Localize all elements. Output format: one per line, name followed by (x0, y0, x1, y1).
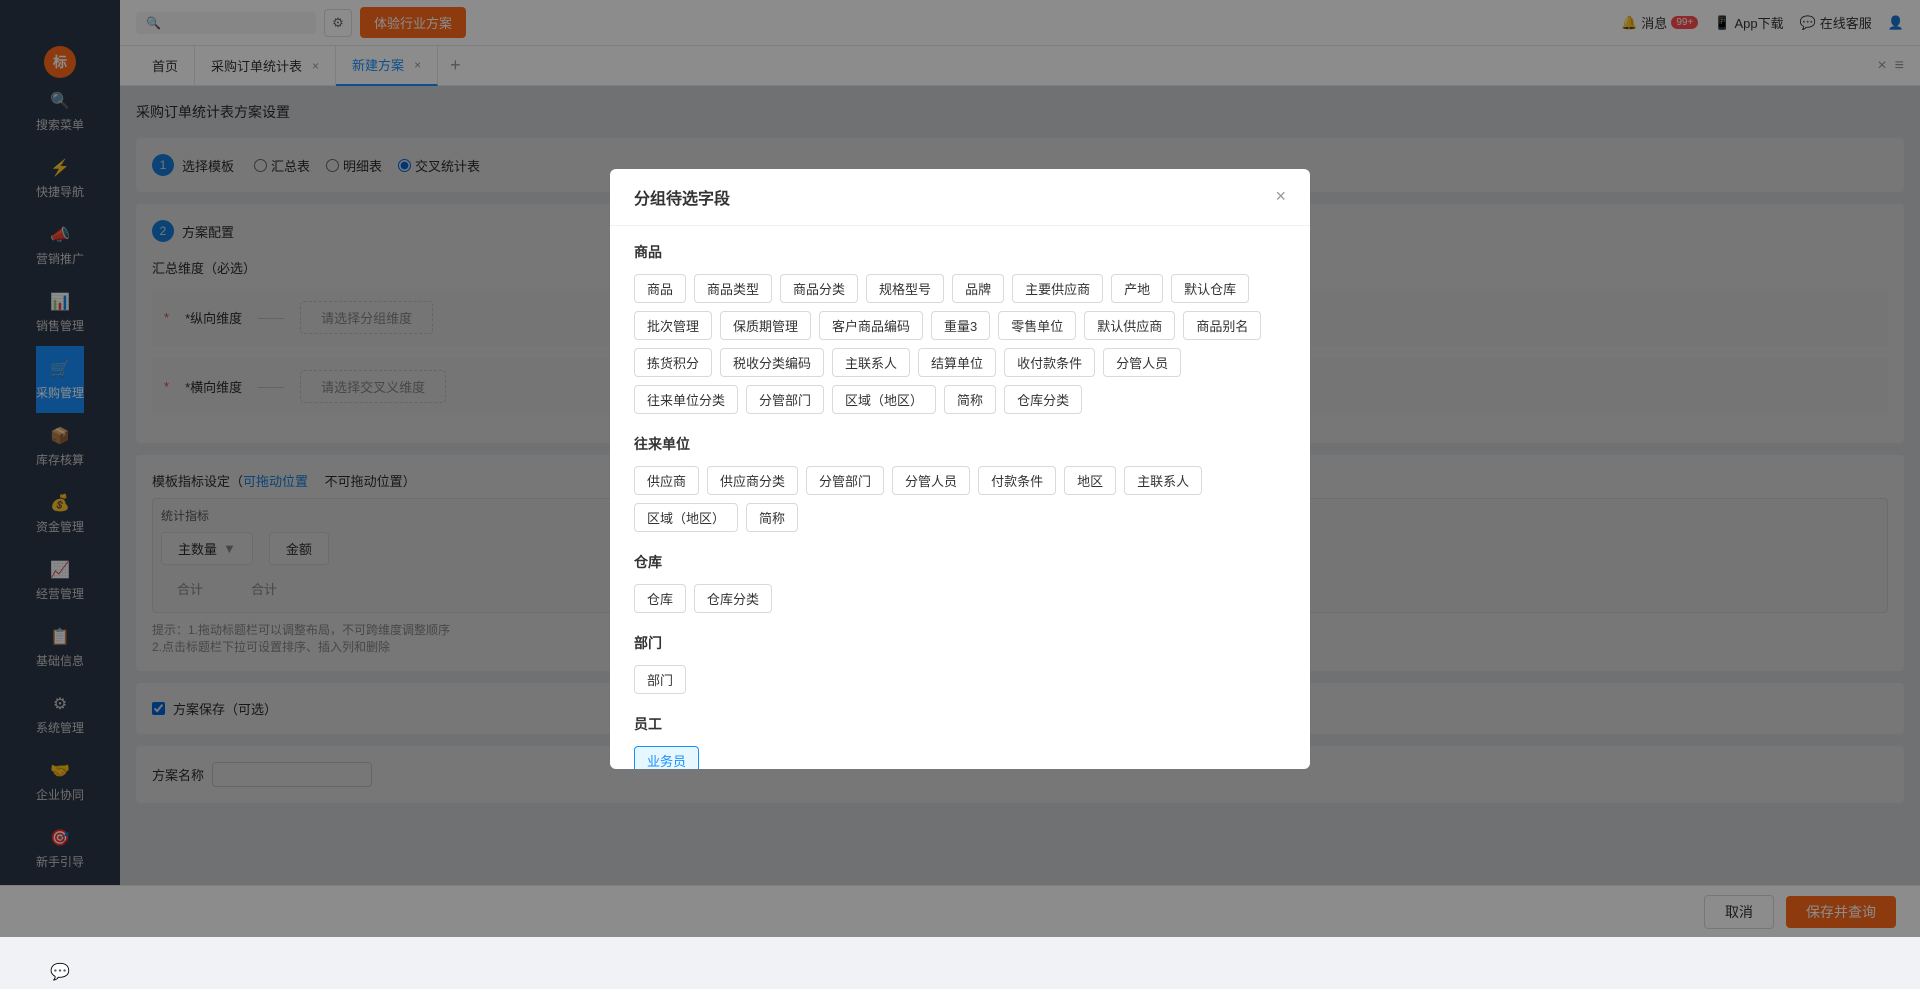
field-tag-product-20[interactable]: 分管人员 (1103, 348, 1181, 377)
field-selection-modal: 分组待选字段 × 商品商品商品类型商品分类规格型号品牌主要供应商产地默认仓库批次… (610, 169, 1310, 769)
field-tags-department: 部门 (634, 665, 1286, 694)
field-tag-product-17[interactable]: 主联系人 (832, 348, 910, 377)
field-tag-product-13[interactable]: 默认供应商 (1084, 311, 1175, 340)
field-tag-partner-5[interactable]: 地区 (1064, 466, 1116, 495)
field-tag-warehouse-1[interactable]: 仓库分类 (694, 584, 772, 613)
field-tag-partner-8[interactable]: 简称 (746, 503, 798, 532)
field-tag-partner-4[interactable]: 付款条件 (978, 466, 1056, 495)
field-tags-employee: 业务员 (634, 746, 1286, 769)
field-tag-product-7[interactable]: 默认仓库 (1171, 274, 1249, 303)
section-title-warehouse: 仓库 (634, 552, 1286, 572)
section-title-employee: 员工 (634, 714, 1286, 734)
field-tags-warehouse: 仓库仓库分类 (634, 584, 1286, 613)
field-tag-product-24[interactable]: 简称 (944, 385, 996, 414)
field-tag-product-11[interactable]: 重量3 (931, 311, 990, 340)
field-tag-partner-1[interactable]: 供应商分类 (707, 466, 798, 495)
field-tag-product-22[interactable]: 分管部门 (746, 385, 824, 414)
modal-title: 分组待选字段 (634, 185, 730, 209)
field-tag-product-6[interactable]: 产地 (1111, 274, 1163, 303)
field-tag-product-18[interactable]: 结算单位 (918, 348, 996, 377)
section-employee: 员工业务员 (634, 714, 1286, 769)
section-partner: 往来单位供应商供应商分类分管部门分管人员付款条件地区主联系人区域（地区） 简称 (634, 434, 1286, 532)
modal-header: 分组待选字段 × (610, 169, 1310, 226)
field-tag-product-23[interactable]: 区域（地区） (832, 385, 936, 414)
field-tag-partner-6[interactable]: 主联系人 (1124, 466, 1202, 495)
section-warehouse: 仓库仓库仓库分类 (634, 552, 1286, 613)
section-title-product: 商品 (634, 242, 1286, 262)
field-tag-product-15[interactable]: 拣货积分 (634, 348, 712, 377)
modal-body: 商品商品商品类型商品分类规格型号品牌主要供应商产地默认仓库批次管理保质期管理客户… (610, 226, 1310, 769)
modal-close-button[interactable]: × (1275, 186, 1286, 207)
section-product: 商品商品商品类型商品分类规格型号品牌主要供应商产地默认仓库批次管理保质期管理客户… (634, 242, 1286, 414)
field-tag-product-3[interactable]: 规格型号 (866, 274, 944, 303)
field-tag-product-25[interactable]: 仓库分类 (1004, 385, 1082, 414)
field-tag-warehouse-0[interactable]: 仓库 (634, 584, 686, 613)
field-tag-employee-0[interactable]: 业务员 (634, 746, 699, 769)
field-tag-product-9[interactable]: 保质期管理 (720, 311, 811, 340)
field-tag-product-4[interactable]: 品牌 (952, 274, 1004, 303)
field-tag-product-19[interactable]: 收付款条件 (1004, 348, 1095, 377)
section-title-department: 部门 (634, 633, 1286, 653)
field-tag-department-0[interactable]: 部门 (634, 665, 686, 694)
field-tag-product-10[interactable]: 客户商品编码 (819, 311, 923, 340)
field-tag-product-8[interactable]: 批次管理 (634, 311, 712, 340)
field-tag-partner-7[interactable]: 区域（地区） (634, 503, 738, 532)
section-department: 部门部门 (634, 633, 1286, 694)
modal-overlay: 分组待选字段 × 商品商品商品类型商品分类规格型号品牌主要供应商产地默认仓库批次… (0, 0, 1920, 937)
field-tags-partner: 供应商供应商分类分管部门分管人员付款条件地区主联系人区域（地区） 简称 (634, 466, 1286, 532)
field-tag-partner-2[interactable]: 分管部门 (806, 466, 884, 495)
field-tag-product-21[interactable]: 往来单位分类 (634, 385, 738, 414)
field-tag-product-0[interactable]: 商品 (634, 274, 686, 303)
field-tag-product-14[interactable]: 商品别名 (1183, 311, 1261, 340)
field-tag-product-2[interactable]: 商品分类 (780, 274, 858, 303)
field-tag-product-12[interactable]: 零售单位 (998, 311, 1076, 340)
field-tag-partner-0[interactable]: 供应商 (634, 466, 699, 495)
field-tag-partner-3[interactable]: 分管人员 (892, 466, 970, 495)
field-tag-product-5[interactable]: 主要供应商 (1012, 274, 1103, 303)
field-tag-product-16[interactable]: 税收分类编码 (720, 348, 824, 377)
field-tag-product-1[interactable]: 商品类型 (694, 274, 772, 303)
field-tags-product: 商品商品类型商品分类规格型号品牌主要供应商产地默认仓库批次管理保质期管理客户商品… (634, 274, 1286, 414)
section-title-partner: 往来单位 (634, 434, 1286, 454)
